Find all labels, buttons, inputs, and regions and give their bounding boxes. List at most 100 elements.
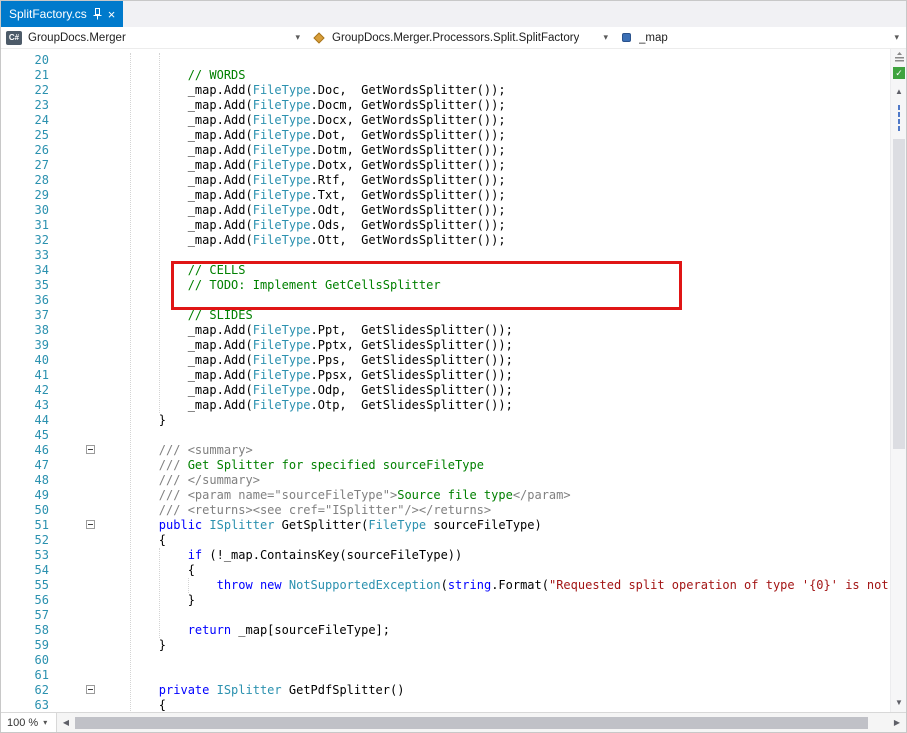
code-line-55[interactable]: throw new NotSupportedException(string.F… xyxy=(101,578,890,593)
code-line-29[interactable]: _map.Add(FileType.Txt, GetWordsSplitter(… xyxy=(101,188,890,203)
pin-icon[interactable] xyxy=(93,8,102,20)
code-line-56[interactable]: } xyxy=(101,593,890,608)
code-line-52[interactable]: { xyxy=(101,533,890,548)
breakpoint-margin[interactable] xyxy=(1,49,21,712)
code-line-59[interactable]: } xyxy=(101,638,890,653)
code-line-27[interactable]: _map.Add(FileType.Dotx, GetWordsSplitter… xyxy=(101,158,890,173)
code-token: _map.Add( xyxy=(101,173,253,187)
code-token: GetSplitter( xyxy=(274,518,369,532)
line-number: 30 xyxy=(34,203,49,217)
code-lines: // WORDS _map.Add(FileType.Doc, GetWords… xyxy=(101,49,890,712)
scroll-right-button[interactable]: ▶ xyxy=(890,713,904,732)
line-number: 38 xyxy=(34,323,49,337)
code-line-57[interactable] xyxy=(101,608,890,623)
scrollbar-annotation-mark xyxy=(898,105,900,110)
fold-marker[interactable] xyxy=(86,685,95,694)
code-line-30[interactable]: _map.Add(FileType.Odt, GetWordsSplitter(… xyxy=(101,203,890,218)
code-line-37[interactable]: // SLIDES xyxy=(101,308,890,323)
line-number: 36 xyxy=(34,293,49,307)
code-line-60[interactable] xyxy=(101,653,890,668)
code-token: .Ppt, GetSlidesSplitter()); xyxy=(310,323,513,337)
fold-marker[interactable] xyxy=(86,520,95,529)
code-line-28[interactable]: _map.Add(FileType.Rtf, GetWordsSplitter(… xyxy=(101,173,890,188)
code-token: _map.Add( xyxy=(101,203,253,217)
tab-splitfactory[interactable]: SplitFactory.cs × xyxy=(1,1,124,27)
code-line-46[interactable]: /// <summary> xyxy=(101,443,890,458)
code-token: new xyxy=(259,578,282,592)
line-number: 55 xyxy=(34,578,49,592)
member-dropdown[interactable]: _map ▾ xyxy=(615,27,906,48)
editor[interactable]: 20 21 22 23 24 25 26 27 28 29 30 31 32 33 34 35 36 37 38 39… xyxy=(1,49,906,712)
line-number: 60 xyxy=(34,653,49,667)
code-line-22[interactable]: _map.Add(FileType.Doc, GetWordsSplitter(… xyxy=(101,83,890,98)
code-line-49[interactable]: /// <param name="sourceFileType">Source … xyxy=(101,488,890,503)
code-token: { xyxy=(101,533,167,547)
code-line-25[interactable]: _map.Add(FileType.Dot, GetWordsSplitter(… xyxy=(101,128,890,143)
code-line-41[interactable]: _map.Add(FileType.Ppsx, GetSlidesSplitte… xyxy=(101,368,890,383)
scroll-down-button[interactable]: ▼ xyxy=(891,696,906,710)
code-token: .Pps, GetSlidesSplitter()); xyxy=(310,353,513,367)
code-line-53[interactable]: if (!_map.ContainsKey(sourceFileType)) xyxy=(101,548,890,563)
code-line-23[interactable]: _map.Add(FileType.Docm, GetWordsSplitter… xyxy=(101,98,890,113)
code-token: /// </summary> xyxy=(101,473,260,487)
vertical-scrollbar[interactable]: ✓ ▲ ▼ xyxy=(890,49,906,712)
vertical-scroll-thumb[interactable] xyxy=(893,139,905,449)
line-number: 46 xyxy=(34,443,49,457)
code-line-32[interactable]: _map.Add(FileType.Ott, GetWordsSplitter(… xyxy=(101,233,890,248)
code-token: FileType xyxy=(252,368,311,382)
code-token: .Rtf, GetWordsSplitter()); xyxy=(310,173,506,187)
split-editor-handle-icon[interactable] xyxy=(892,50,906,65)
code-area[interactable]: // WORDS _map.Add(FileType.Doc, GetWords… xyxy=(101,49,890,712)
code-line-31[interactable]: _map.Add(FileType.Ods, GetWordsSplitter(… xyxy=(101,218,890,233)
code-line-24[interactable]: _map.Add(FileType.Docx, GetWordsSplitter… xyxy=(101,113,890,128)
code-line-45[interactable] xyxy=(101,428,890,443)
code-line-26[interactable]: _map.Add(FileType.Dotm, GetWordsSplitter… xyxy=(101,143,890,158)
code-line-43[interactable]: _map.Add(FileType.Otp, GetSlidesSplitter… xyxy=(101,398,890,413)
code-line-36[interactable] xyxy=(101,293,890,308)
tab-bar: SplitFactory.cs × xyxy=(1,1,906,27)
code-token: .Format( xyxy=(491,578,549,592)
editor-status-bar: 100 % ▾ ◀ ▶ xyxy=(1,712,906,732)
chevron-down-icon[interactable]: ▾ xyxy=(894,32,906,43)
line-number: 28 xyxy=(34,173,49,187)
code-line-50[interactable]: /// <returns><see cref="ISplitter"/></re… xyxy=(101,503,890,518)
code-token: .Ods, GetWordsSplitter()); xyxy=(310,218,506,232)
code-line-62[interactable]: private ISplitter GetPdfSplitter() xyxy=(101,683,890,698)
code-line-20[interactable] xyxy=(101,53,890,68)
code-line-58[interactable]: return _map[sourceFileType]; xyxy=(101,623,890,638)
code-line-44[interactable]: } xyxy=(101,413,890,428)
type-dropdown[interactable]: GroupDocs.Merger.Processors.Split.SplitF… xyxy=(307,27,615,48)
code-line-47[interactable]: /// Get Splitter for specified sourceFil… xyxy=(101,458,890,473)
horizontal-scrollbar[interactable]: ◀ ▶ xyxy=(57,713,906,732)
code-line-63[interactable]: { xyxy=(101,698,890,712)
line-number: 40 xyxy=(34,353,49,367)
code-line-39[interactable]: _map.Add(FileType.Pptx, GetSlidesSplitte… xyxy=(101,338,890,353)
code-line-48[interactable]: /// </summary> xyxy=(101,473,890,488)
horizontal-scroll-thumb[interactable] xyxy=(75,717,868,729)
code-line-42[interactable]: _map.Add(FileType.Odp, GetSlidesSplitter… xyxy=(101,383,890,398)
code-token: _map.Add( xyxy=(101,233,253,247)
code-line-21[interactable]: // WORDS xyxy=(101,68,890,83)
fold-marker[interactable] xyxy=(86,445,95,454)
code-line-34[interactable]: // CELLS xyxy=(101,263,890,278)
code-line-61[interactable] xyxy=(101,668,890,683)
line-number: 58 xyxy=(34,623,49,637)
code-line-40[interactable]: _map.Add(FileType.Pps, GetSlidesSplitter… xyxy=(101,353,890,368)
code-line-38[interactable]: _map.Add(FileType.Ppt, GetSlidesSplitter… xyxy=(101,323,890,338)
code-line-54[interactable]: { xyxy=(101,563,890,578)
document-health-indicator[interactable]: ✓ xyxy=(893,67,905,79)
code-line-33[interactable] xyxy=(101,248,890,263)
chevron-down-icon[interactable]: ▾ xyxy=(603,32,615,43)
scroll-up-button[interactable]: ▲ xyxy=(891,85,906,99)
close-icon[interactable]: × xyxy=(108,8,116,21)
zoom-control[interactable]: 100 % ▾ xyxy=(1,713,57,732)
code-line-51[interactable]: public ISplitter GetSplitter(FileType so… xyxy=(101,518,890,533)
line-number: 41 xyxy=(34,368,49,382)
line-number: 47 xyxy=(34,458,49,472)
project-dropdown[interactable]: C# GroupDocs.Merger ▾ xyxy=(1,27,307,48)
code-line-35[interactable]: // TODO: Implement GetCellsSplitter xyxy=(101,278,890,293)
line-number: 29 xyxy=(34,188,49,202)
scroll-left-button[interactable]: ◀ xyxy=(59,713,73,732)
chevron-down-icon[interactable]: ▾ xyxy=(295,32,307,43)
